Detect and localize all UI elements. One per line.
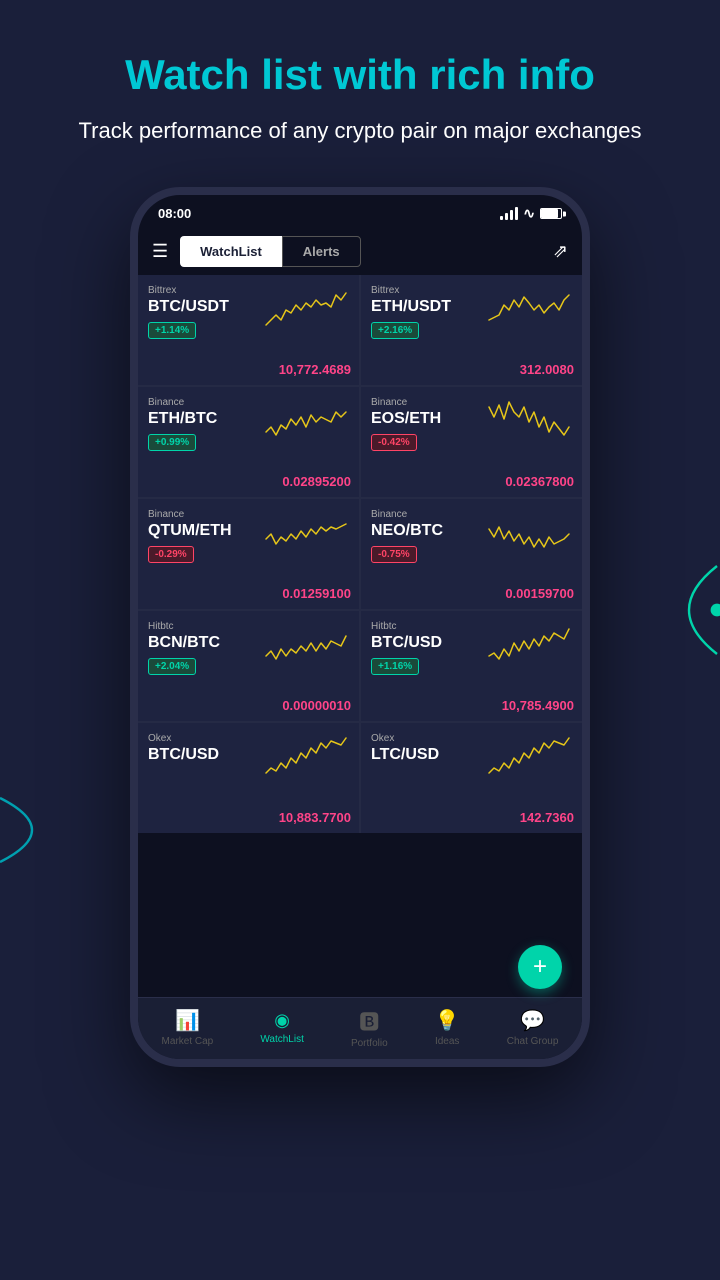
watchlist-nav-label: WatchList (260, 1034, 304, 1045)
price-value: 0.00000010 (282, 698, 351, 713)
tab-alerts[interactable]: Alerts (282, 236, 361, 267)
tab-watchlist[interactable]: WatchList (180, 236, 282, 267)
wifi-icon: ∿ (523, 205, 535, 222)
phone-mockup: 08:00 ∿ ☰ Watc (130, 187, 590, 1067)
change-badge: +1.14% (148, 322, 196, 339)
nav-ideas[interactable]: 💡 Ideas (435, 1008, 460, 1047)
change-badge: -0.75% (371, 546, 417, 563)
crypto-card[interactable]: Bittrex ETH/USDT +2.16% 312.0080 (361, 275, 582, 385)
price-value: 10,883.7700 (279, 810, 351, 825)
ideas-label: Ideas (435, 1036, 459, 1047)
change-badge: -0.29% (148, 546, 194, 563)
chat-label: Chat Group (507, 1036, 559, 1047)
expand-button[interactable]: ⇗ (553, 241, 568, 262)
sparkline-chart (484, 397, 574, 442)
battery-icon (540, 208, 562, 219)
bottom-navigation: 📊 Market Cap ◉ WatchList 🅱 Portfolio 💡 I… (138, 997, 582, 1059)
sparkline-chart (484, 621, 574, 666)
page-subtitle: Track performance of any crypto pair on … (40, 116, 680, 147)
price-value: 10,772.4689 (279, 362, 351, 377)
market-cap-icon: 📊 (175, 1008, 200, 1033)
add-pair-button[interactable]: + (518, 945, 562, 989)
crypto-card[interactable]: Binance NEO/BTC -0.75% 0.00159700 (361, 499, 582, 609)
price-value: 312.0080 (520, 362, 574, 377)
crypto-grid-container: Bittrex BTC/USDT +1.14% 10,772.4689 Bitt… (138, 275, 582, 997)
sparkline-chart (261, 285, 351, 330)
price-value: 0.00159700 (505, 586, 574, 601)
crypto-card[interactable]: Hitbtc BTC/USD +1.16% 10,785.4900 (361, 611, 582, 721)
crypto-card[interactable]: Binance ETH/BTC +0.99% 0.02895200 (138, 387, 359, 497)
ideas-icon: 💡 (435, 1008, 460, 1033)
price-value: 10,785.4900 (502, 698, 574, 713)
nav-portfolio[interactable]: 🅱 Portfolio (351, 1006, 388, 1049)
sparkline-chart (261, 621, 351, 666)
crypto-card[interactable]: Okex LTC/USD 142.7360 (361, 723, 582, 833)
portfolio-label: Portfolio (351, 1038, 388, 1049)
page-title: Watch list with rich info (40, 50, 680, 100)
sparkline-chart (484, 509, 574, 554)
crypto-card[interactable]: Hitbtc BCN/BTC +2.04% 0.00000010 (138, 611, 359, 721)
crypto-card[interactable]: Binance EOS/ETH -0.42% 0.02367800 (361, 387, 582, 497)
status-bar: 08:00 ∿ (138, 195, 582, 228)
price-value: 142.7360 (520, 810, 574, 825)
chat-icon: 💬 (520, 1008, 545, 1033)
crypto-card[interactable]: Bittrex BTC/USDT +1.14% 10,772.4689 (138, 275, 359, 385)
crypto-card[interactable]: Binance QTUM/ETH -0.29% 0.01259100 (138, 499, 359, 609)
change-badge: +1.16% (371, 658, 419, 675)
watchlist-icon: ◉ (274, 1010, 290, 1031)
nav-watchlist[interactable]: ◉ WatchList (260, 1010, 304, 1045)
change-badge: +2.04% (148, 658, 196, 675)
change-badge: +0.99% (148, 434, 196, 451)
sparkline-chart (484, 733, 574, 778)
hamburger-menu[interactable]: ☰ (152, 241, 168, 262)
crypto-card[interactable]: Okex BTC/USD 10,883.7700 (138, 723, 359, 833)
nav-chat-group[interactable]: 💬 Chat Group (507, 1008, 559, 1047)
price-value: 0.02367800 (505, 474, 574, 489)
sparkline-chart (261, 397, 351, 442)
crypto-grid: Bittrex BTC/USDT +1.14% 10,772.4689 Bitt… (138, 275, 582, 833)
price-value: 0.01259100 (282, 586, 351, 601)
sparkline-chart (261, 733, 351, 778)
portfolio-icon: 🅱 (359, 1006, 379, 1035)
signal-icon (500, 207, 518, 220)
sparkline-chart (484, 285, 574, 330)
sparkline-chart (261, 509, 351, 554)
price-value: 0.02895200 (282, 474, 351, 489)
tab-strip: ☰ WatchList Alerts ⇗ (138, 228, 582, 275)
nav-market-cap[interactable]: 📊 Market Cap (162, 1008, 214, 1047)
change-badge: +2.16% (371, 322, 419, 339)
market-cap-label: Market Cap (162, 1036, 214, 1047)
change-badge: -0.42% (371, 434, 417, 451)
time-display: 08:00 (158, 206, 191, 221)
